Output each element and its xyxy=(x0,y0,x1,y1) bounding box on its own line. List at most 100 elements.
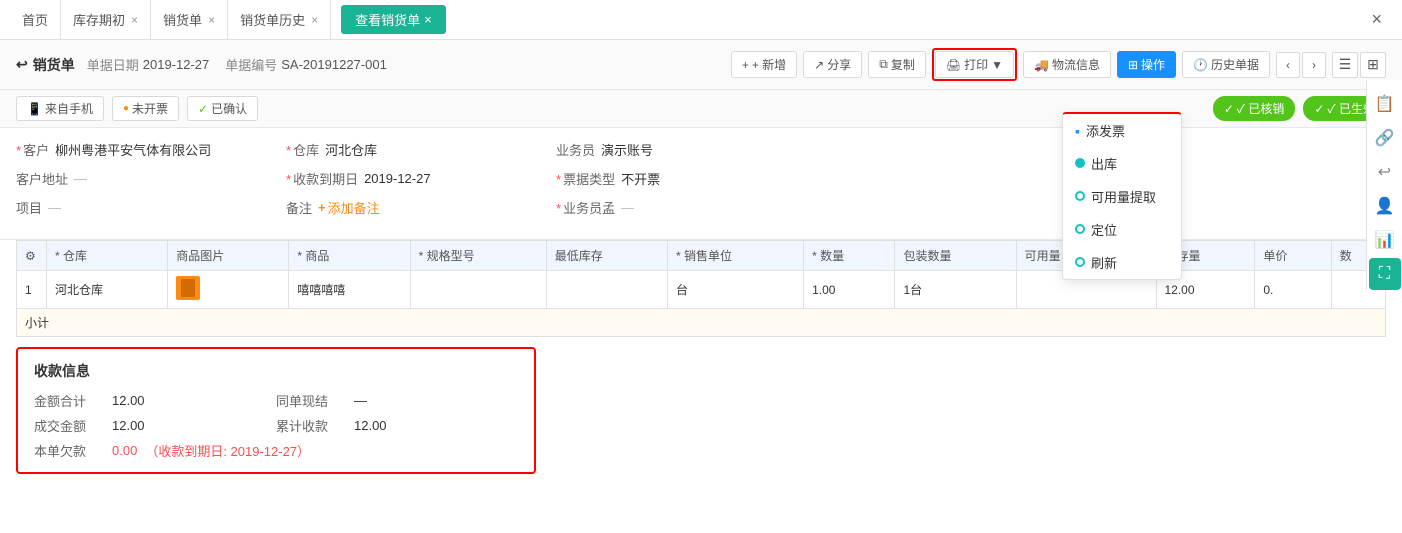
transaction-label: 成交金额 xyxy=(34,416,104,435)
print-dropdown-icon: ▼ xyxy=(991,58,1003,72)
view-list[interactable]: ☰ xyxy=(1332,52,1358,78)
doc-date-label: 单据日期 xyxy=(87,55,139,74)
confirmed-label: 已确认 xyxy=(211,100,247,117)
col-warehouse: * 仓库 xyxy=(47,241,168,271)
tab-view-close[interactable]: × xyxy=(424,12,432,27)
print-icon: 🖨 xyxy=(946,58,961,72)
project-value: — xyxy=(48,200,61,215)
col-quantity: * 数量 xyxy=(804,241,895,271)
transaction-row: 成交金额 12.00 xyxy=(34,416,276,435)
tab-view-sales-button[interactable]: 查看销货单 × xyxy=(341,5,446,34)
nav-prev[interactable]: ‹ xyxy=(1276,52,1300,78)
same-order-label: 同单现结 xyxy=(276,391,346,410)
sales-field: 业务员孟 — xyxy=(556,198,806,217)
tab-inventory-close[interactable]: × xyxy=(131,13,138,27)
sold-out-button[interactable]: ✓ ✓ 已核销 xyxy=(1213,96,1296,121)
invoice-field: 票据类型 不开票 xyxy=(556,169,806,188)
sidebar-icon-user[interactable]: 👤 xyxy=(1369,190,1401,222)
cell-quantity: 1.00 xyxy=(804,271,895,309)
col-gear[interactable]: ⚙ xyxy=(17,241,47,271)
print-button[interactable]: 🖨 打印 ▼ xyxy=(935,51,1014,78)
add-invoice-icon: ▪ xyxy=(1075,123,1080,139)
transaction-value: 12.00 xyxy=(112,418,145,433)
doc-icon: ↩ xyxy=(16,56,28,73)
cell-product-img xyxy=(168,271,289,309)
tab-sales[interactable]: 销货单 × xyxy=(151,0,228,39)
history-button[interactable]: 🕐 历史单据 xyxy=(1182,51,1270,78)
menu-locate[interactable]: 定位 xyxy=(1063,213,1181,246)
sidebar-icon-chart[interactable]: 📊 xyxy=(1369,224,1401,256)
sidebar-icon-expand[interactable]: ⛶ xyxy=(1369,258,1401,290)
menu-available-qty[interactable]: 可用量提取 xyxy=(1063,180,1181,213)
tab-sales-close[interactable]: × xyxy=(208,13,215,27)
same-order-value: — xyxy=(354,393,367,408)
view-grid[interactable]: ⊞ xyxy=(1360,52,1386,78)
employee-value: 演示账号 xyxy=(601,140,653,159)
logistics-button[interactable]: 🚚 物流信息 xyxy=(1023,51,1111,78)
right-sidebar: 📋 🔗 ↩ 👤 📊 ⛶ xyxy=(1366,80,1402,290)
sidebar-icon-doc[interactable]: 📋 xyxy=(1369,88,1401,120)
current-owe-row: 本单欠款 0.00 （收款到期日: 2019-12-27） xyxy=(34,441,518,460)
tab-sales-history[interactable]: 销货单历史 × xyxy=(228,0,331,39)
form-section: 客户 柳州粤港平安气体有限公司 仓库 河北仓库 业务员 演示账号 客户地址 — … xyxy=(0,128,1402,240)
confirmed-button[interactable]: 已确认 xyxy=(187,96,258,121)
history-icon: 🕐 xyxy=(1193,58,1208,72)
sold-out-check: ✓ xyxy=(1224,102,1234,116)
add-icon: + xyxy=(742,58,749,72)
accumulated-row: 累计收款 12.00 xyxy=(276,416,518,435)
cell-product: 嘻嘻嘻嘻 xyxy=(289,271,410,309)
copy-label: 复制 xyxy=(891,56,915,73)
operations-label: 操作 xyxy=(1141,56,1165,73)
cell-unit: 台 xyxy=(667,271,803,309)
available-qty-label: 可用量提取 xyxy=(1091,187,1156,206)
doc-title-area: ↩ 销货单 单据日期 2019-12-27 单据编号 SA-20191227-0… xyxy=(16,55,387,75)
invoice-label: 票据类型 xyxy=(556,169,615,188)
operations-button[interactable]: ⊞ 操作 xyxy=(1117,51,1176,78)
add-note-button[interactable]: 添加备注 xyxy=(318,198,380,217)
tab-inventory[interactable]: 库存期初 × xyxy=(61,0,151,39)
customer-field: 客户 柳州粤港平安气体有限公司 xyxy=(16,140,266,159)
share-button[interactable]: ↗ 分享 xyxy=(803,51,862,78)
print-label: 打印 xyxy=(964,56,988,73)
share-icon: ↗ xyxy=(814,58,824,72)
menu-outbound[interactable]: 出库 xyxy=(1063,147,1181,180)
doc-number-field: 单据编号 SA-20191227-001 xyxy=(225,55,387,74)
add-invoice-label: 添发票 xyxy=(1086,121,1125,140)
sidebar-icon-link[interactable]: 🔗 xyxy=(1369,122,1401,154)
doc-meta: 单据日期 2019-12-27 单据编号 SA-20191227-001 xyxy=(87,55,387,74)
locate-label: 定位 xyxy=(1091,220,1117,239)
nav-next[interactable]: › xyxy=(1302,52,1326,78)
logistics-icon: 🚚 xyxy=(1034,58,1049,72)
tab-sales-history-close[interactable]: × xyxy=(311,13,318,27)
cell-spec xyxy=(410,271,546,309)
menu-refresh[interactable]: 刷新 xyxy=(1063,246,1181,279)
tab-view-sales-label: 查看销货单 xyxy=(355,10,420,29)
from-phone-button[interactable]: 📱 来自手机 xyxy=(16,96,104,121)
doc-date-value: 2019-12-27 xyxy=(143,57,210,72)
current-owe-label: 本单欠款 xyxy=(34,441,104,460)
logistics-label: 物流信息 xyxy=(1052,56,1100,73)
main-close-button[interactable]: × xyxy=(1361,9,1392,30)
due-date-label: 收款到期日 xyxy=(286,169,358,188)
doc-title-label: 销货单 xyxy=(33,55,75,75)
address-value: — xyxy=(74,171,87,186)
cell-package-qty: 1台 xyxy=(895,271,1016,309)
product-image xyxy=(176,276,200,300)
note-label: 备注 xyxy=(286,198,312,217)
total-amount-row: 金额合计 12.00 xyxy=(34,391,276,410)
copy-button[interactable]: ⧉ 复制 xyxy=(868,51,926,78)
doc-number-label: 单据编号 xyxy=(225,55,277,74)
not-open-ticket-button[interactable]: 未开票 xyxy=(112,96,179,121)
customer-value: 柳州粤港平安气体有限公司 xyxy=(55,140,211,159)
add-note-label: 添加备注 xyxy=(328,198,380,217)
warehouse-label: 仓库 xyxy=(286,140,319,159)
add-button[interactable]: + + 新增 xyxy=(731,51,797,78)
tab-home[interactable]: 首页 xyxy=(10,0,61,39)
total-amount-value: 12.00 xyxy=(112,393,145,408)
payment-info-box: 收款信息 金额合计 12.00 同单现结 — 成交金额 12.00 累计收款 1… xyxy=(16,347,536,474)
current-owe-value: 0.00 xyxy=(112,443,137,458)
doc-title: ↩ 销货单 xyxy=(16,55,75,75)
payment-title: 收款信息 xyxy=(34,361,518,381)
sidebar-icon-back[interactable]: ↩ xyxy=(1369,156,1401,188)
menu-add-invoice[interactable]: ▪ 添发票 xyxy=(1063,114,1181,147)
